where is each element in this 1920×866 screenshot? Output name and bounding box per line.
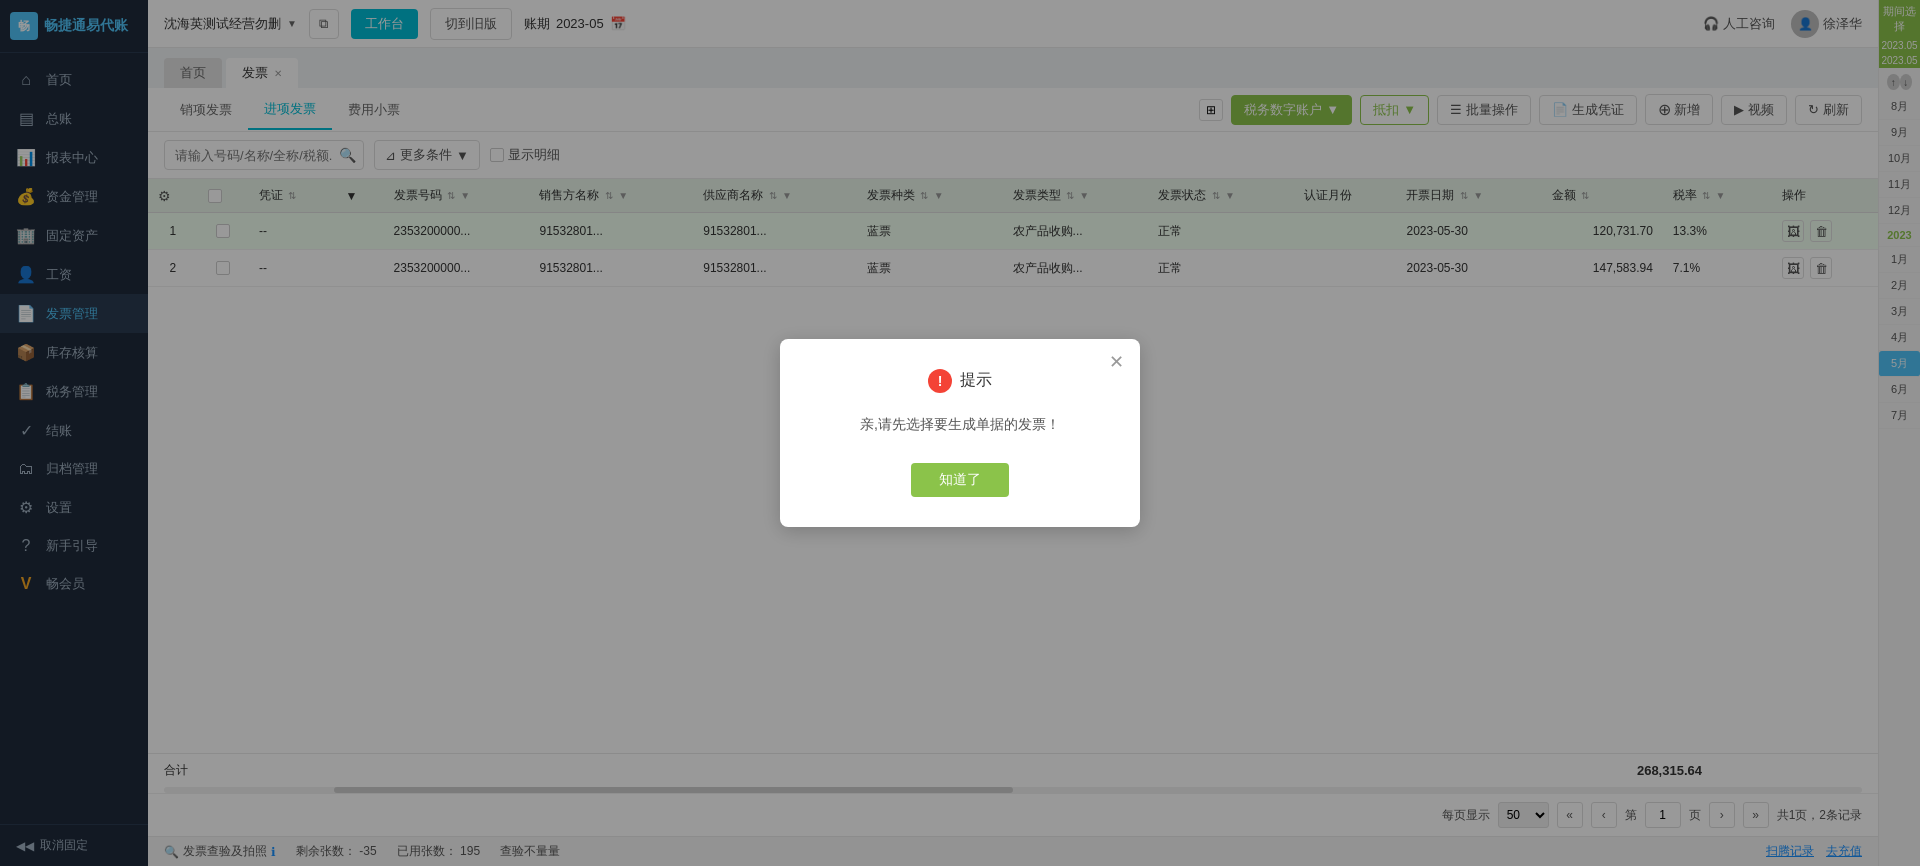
modal-message: 亲,请先选择要生成单据的发票！ — [820, 413, 1100, 435]
modal-title: 提示 — [960, 370, 992, 391]
modal-warning-icon: ! — [928, 369, 952, 393]
modal-close-btn[interactable]: ✕ — [1109, 351, 1124, 373]
modal-box: ✕ ! 提示 亲,请先选择要生成单据的发票！ 知道了 — [780, 339, 1140, 527]
modal-overlay: ✕ ! 提示 亲,请先选择要生成单据的发票！ 知道了 — [0, 0, 1920, 866]
modal-header: ! 提示 — [820, 369, 1100, 393]
modal-confirm-btn[interactable]: 知道了 — [911, 463, 1009, 497]
